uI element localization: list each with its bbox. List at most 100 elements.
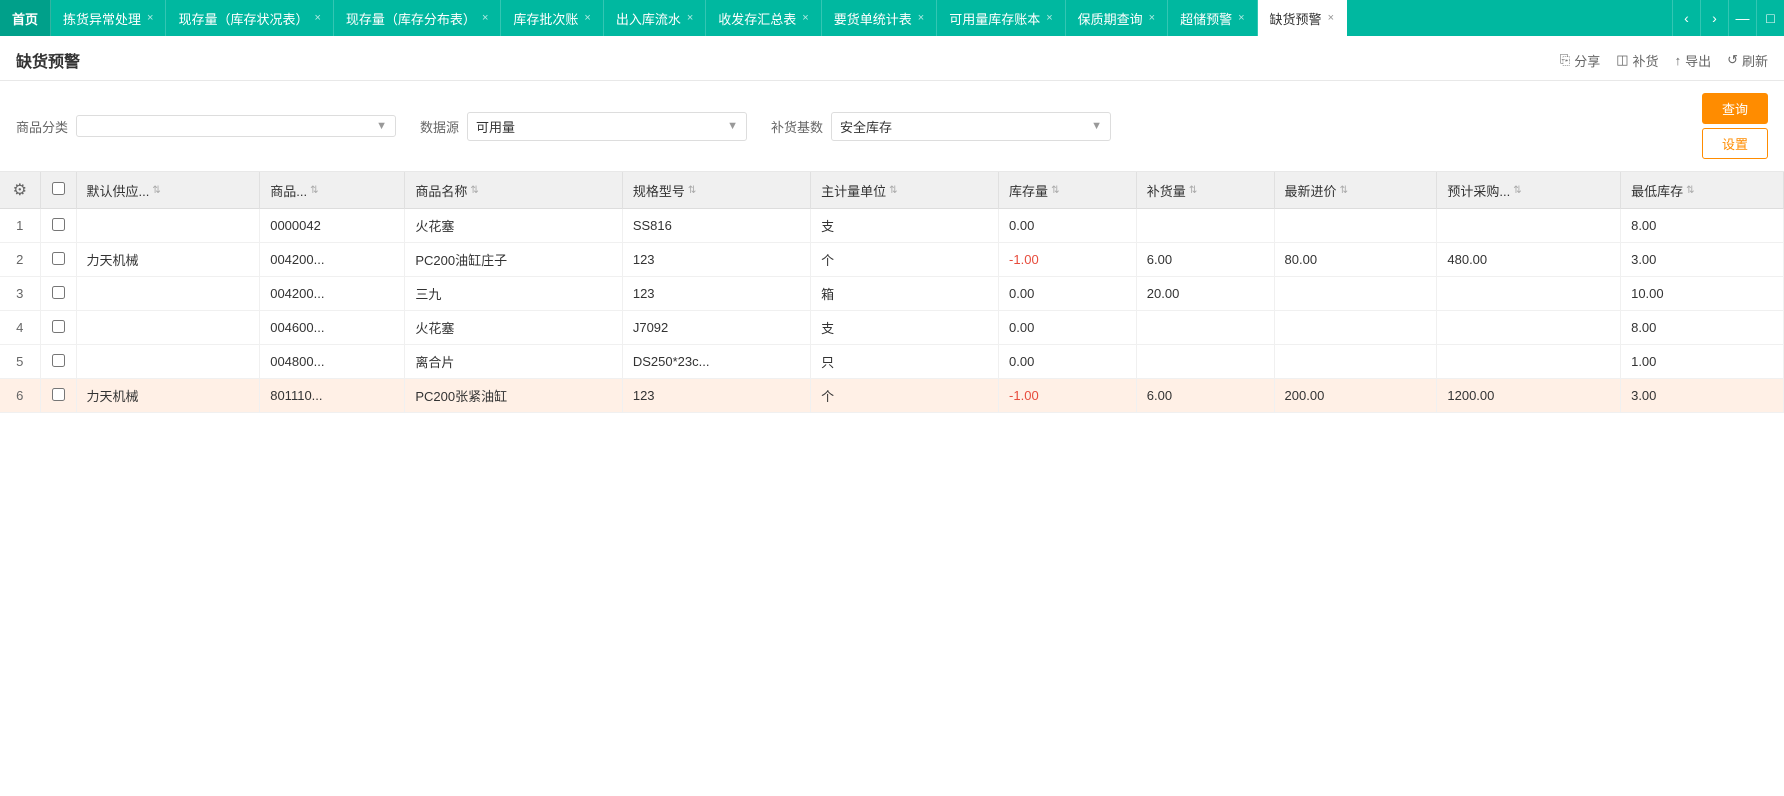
col-replenish-sort: ⇅ <box>1189 185 1197 196</box>
tab-2-close[interactable]: × <box>314 12 320 24</box>
col-latest-price-sort: ⇅ <box>1340 185 1348 196</box>
col-spec-sort: ⇅ <box>688 185 696 196</box>
row-min-stock: 8.00 <box>1621 209 1784 243</box>
share-button[interactable]: ⎘ 分享 <box>1560 51 1600 70</box>
tab-10-label: 超储预警 <box>1180 9 1232 28</box>
row-stock: 0.00 <box>999 209 1137 243</box>
row-spec: DS250*23c... <box>622 345 810 379</box>
tab-10-close[interactable]: × <box>1238 12 1244 24</box>
tab-2[interactable]: 现存量（库存状况表） × <box>166 0 333 36</box>
table-row: 4 004600... 火花塞 J7092 支 0.00 8.00 <box>0 311 1784 345</box>
table-row: 3 004200... 三九 123 箱 0.00 20.00 10.00 <box>0 277 1784 311</box>
tab-11-close[interactable]: × <box>1328 12 1334 24</box>
row-checkbox[interactable] <box>52 252 65 265</box>
tab-7-label: 要货单统计表 <box>834 9 912 28</box>
tab-9-close[interactable]: × <box>1149 12 1155 24</box>
datasource-select-value: 可用量 <box>476 117 723 136</box>
refresh-button[interactable]: ↺ 刷新 <box>1727 51 1768 70</box>
tab-8-close[interactable]: × <box>1046 12 1052 24</box>
tab-3[interactable]: 现存量（库存分布表） × <box>334 0 501 36</box>
replenish-button[interactable]: ◫ 补货 <box>1616 51 1658 70</box>
row-product-code: 004200... <box>260 243 405 277</box>
col-supplier-label: 默认供应... <box>87 181 150 200</box>
tab-4[interactable]: 库存批次账 × <box>501 0 603 36</box>
row-product-name: 火花塞 <box>405 209 623 243</box>
select-all-checkbox[interactable] <box>52 182 65 195</box>
datasource-select[interactable]: 可用量 ▼ <box>467 112 747 141</box>
col-estimated-purchase-header[interactable]: 预计采购... ⇅ <box>1437 172 1621 209</box>
tab-1-close[interactable]: × <box>147 12 153 24</box>
row-supplier <box>76 345 260 379</box>
col-latest-price-header[interactable]: 最新进价 ⇅ <box>1274 172 1437 209</box>
row-spec: 123 <box>622 277 810 311</box>
window-minimize-button[interactable]: — <box>1728 0 1756 36</box>
tab-1[interactable]: 拣货异常处理 × <box>51 0 166 36</box>
replenish-label: 补货 <box>1633 51 1659 70</box>
tab-4-close[interactable]: × <box>584 12 590 24</box>
row-spec: 123 <box>622 379 810 413</box>
row-checkbox[interactable] <box>52 320 65 333</box>
col-gear: ⚙ <box>0 172 40 209</box>
share-label: 分享 <box>1574 51 1600 70</box>
share-icon: ⎘ <box>1560 52 1570 68</box>
tab-5-close[interactable]: × <box>687 12 693 24</box>
row-min-stock: 8.00 <box>1621 311 1784 345</box>
tab-6-close[interactable]: × <box>802 12 808 24</box>
query-button[interactable]: 查询 <box>1702 93 1768 124</box>
tab-3-close[interactable]: × <box>482 12 488 24</box>
tab-prev-button[interactable]: ‹ <box>1672 0 1700 36</box>
tab-6[interactable]: 收发存汇总表 × <box>706 0 821 36</box>
tab-7[interactable]: 要货单统计表 × <box>822 0 937 36</box>
row-checkbox-cell <box>40 311 76 345</box>
col-stock-header[interactable]: 库存量 ⇅ <box>999 172 1137 209</box>
col-latest-price-label: 最新进价 <box>1285 181 1337 200</box>
tab-9[interactable]: 保质期查询 × <box>1066 0 1168 36</box>
export-button[interactable]: ↑ 导出 <box>1675 51 1712 70</box>
col-min-stock-header[interactable]: 最低库存 ⇅ <box>1621 172 1784 209</box>
tab-8-label: 可用量库存账本 <box>949 9 1040 28</box>
tab-11[interactable]: 缺货预警 × <box>1258 0 1347 36</box>
row-estimated-purchase: 480.00 <box>1437 243 1621 277</box>
column-settings-icon[interactable]: ⚙ <box>13 182 27 199</box>
tab-home[interactable]: 首页 <box>0 0 51 36</box>
row-checkbox-cell <box>40 243 76 277</box>
tab-7-close[interactable]: × <box>918 12 924 24</box>
row-index: 6 <box>0 379 40 413</box>
col-spec-header[interactable]: 规格型号 ⇅ <box>622 172 810 209</box>
row-supplier <box>76 277 260 311</box>
tab-nav-buttons: ‹ › — □ <box>1672 0 1784 36</box>
window-maximize-button[interactable]: □ <box>1756 0 1784 36</box>
col-product-name-header[interactable]: 商品名称 ⇅ <box>405 172 623 209</box>
col-estimated-purchase-sort: ⇅ <box>1513 185 1521 196</box>
setting-button[interactable]: 设置 <box>1702 128 1768 159</box>
tab-next-button[interactable]: › <box>1700 0 1728 36</box>
row-checkbox[interactable] <box>52 218 65 231</box>
tab-8[interactable]: 可用量库存账本 × <box>937 0 1065 36</box>
row-latest-price <box>1274 209 1437 243</box>
row-product-name: 三九 <box>405 277 623 311</box>
refresh-icon: ↺ <box>1727 52 1738 68</box>
col-replenish-header[interactable]: 补货量 ⇅ <box>1136 172 1274 209</box>
table-header-row: ⚙ 默认供应... ⇅ 商品... ⇅ <box>0 172 1784 209</box>
replenish-base-select[interactable]: 安全库存 ▼ <box>831 112 1111 141</box>
col-supplier-header[interactable]: 默认供应... ⇅ <box>76 172 260 209</box>
row-checkbox[interactable] <box>52 388 65 401</box>
row-index: 3 <box>0 277 40 311</box>
col-unit-header[interactable]: 主计量单位 ⇅ <box>811 172 999 209</box>
row-checkbox[interactable] <box>52 354 65 367</box>
filter-area: 商品分类 ▼ 数据源 可用量 ▼ 补货基数 安全库存 ▼ 查询 设置 <box>0 81 1784 172</box>
row-product-name: 火花塞 <box>405 311 623 345</box>
category-select[interactable]: ▼ <box>76 115 396 137</box>
tab-5[interactable]: 出入库流水 × <box>604 0 706 36</box>
row-product-code: 004200... <box>260 277 405 311</box>
row-checkbox[interactable] <box>52 286 65 299</box>
row-product-name: PC200张紧油缸 <box>405 379 623 413</box>
row-product-name: PC200油缸庄子 <box>405 243 623 277</box>
tab-10[interactable]: 超储预警 × <box>1168 0 1257 36</box>
row-estimated-purchase: 1200.00 <box>1437 379 1621 413</box>
replenish-base-filter-group: 补货基数 安全库存 ▼ <box>771 112 1111 141</box>
row-stock: -1.00 <box>999 243 1137 277</box>
col-product-code-header[interactable]: 商品... ⇅ <box>260 172 405 209</box>
row-stock: -1.00 <box>999 379 1137 413</box>
datasource-select-arrow: ▼ <box>727 120 738 132</box>
